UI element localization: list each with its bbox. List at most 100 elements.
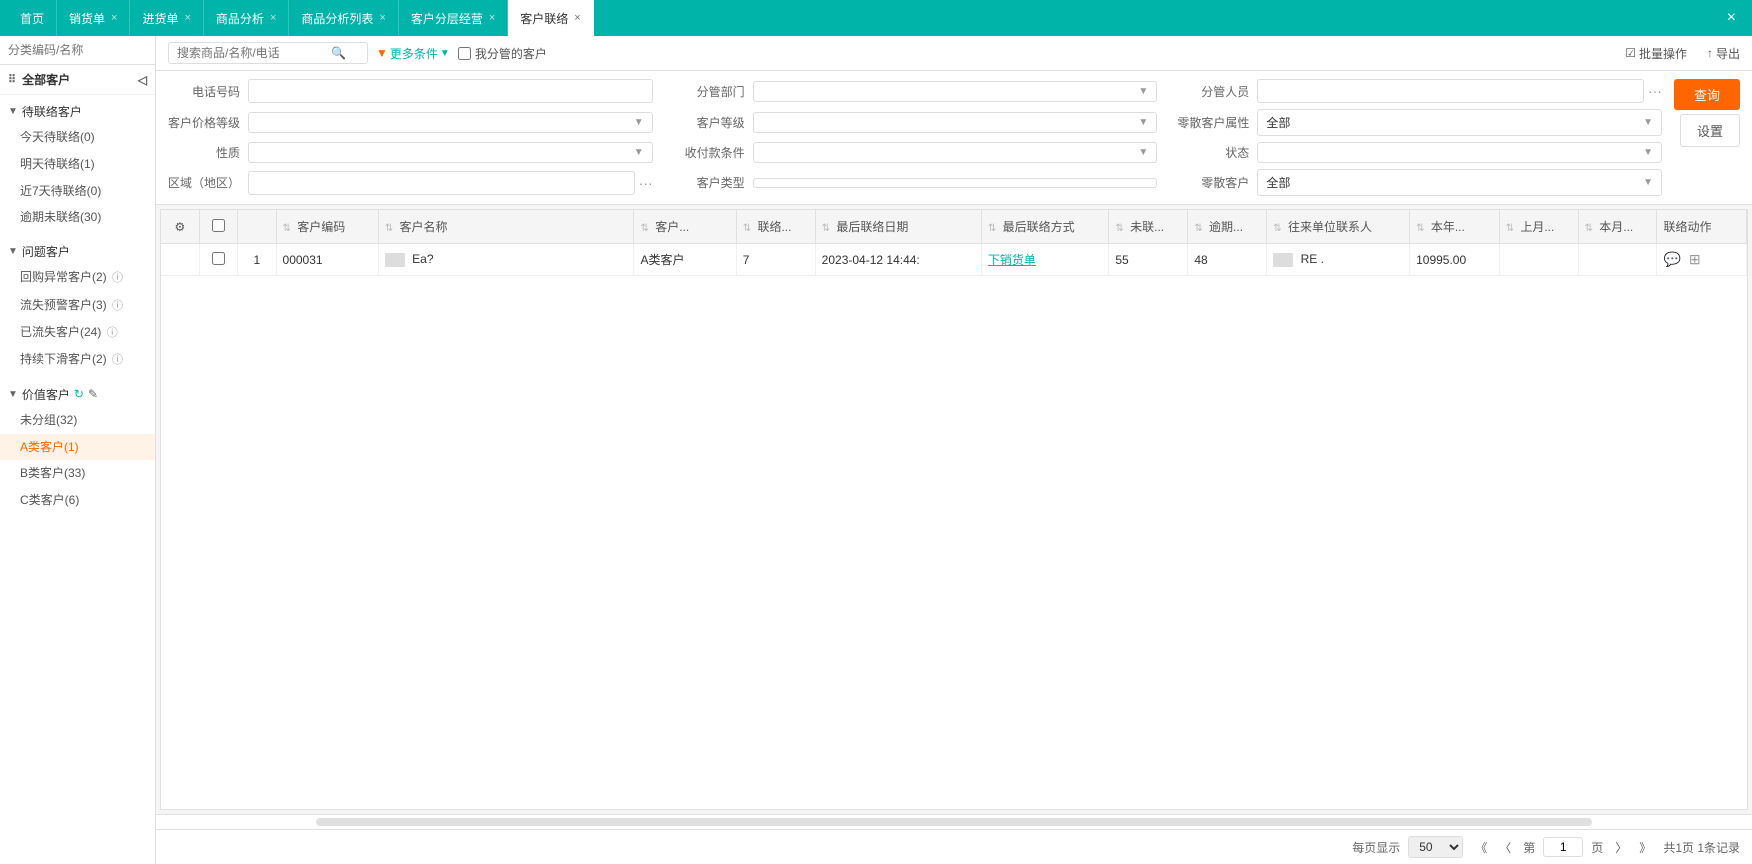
group-problem-header[interactable]: ▼ 问题客户 [0, 239, 155, 264]
th-unit-contact[interactable]: ⇅ 往来单位联系人 [1267, 210, 1410, 244]
info-icon-1: ⓘ [112, 300, 123, 312]
sidebar-search-input[interactable] [8, 43, 156, 57]
unit-contact-placeholder [1273, 253, 1293, 267]
td-last-way: 下销货单 [981, 244, 1109, 276]
export-btn[interactable]: ↑ 导出 [1707, 45, 1740, 62]
th-contact[interactable]: ⇅ 联络... [736, 210, 815, 244]
filter-search-input[interactable] [177, 46, 327, 60]
nav-product-list-close[interactable]: × [379, 12, 385, 24]
sidebar-class-a[interactable]: A类客户(1) [0, 434, 155, 461]
horizontal-scrollbar[interactable] [156, 814, 1752, 829]
th-no-contact[interactable]: ⇅ 未联... [1109, 210, 1188, 244]
setting-button[interactable]: 设置 [1680, 114, 1740, 147]
customer-grade-select[interactable]: ▼ [753, 112, 1158, 133]
nature-select[interactable]: ▼ [248, 142, 653, 163]
nav-purchase-close[interactable]: × [184, 12, 190, 24]
retail-attr-select[interactable]: 全部 ▼ [1257, 109, 1662, 136]
page-label: 第 [1519, 837, 1539, 858]
my-customers-checkbox[interactable] [458, 47, 471, 60]
export-icon: ↑ [1707, 46, 1713, 60]
nav-home[interactable]: 首页 [8, 0, 57, 36]
manager-input[interactable] [1257, 79, 1644, 103]
td-last-date: 2023-04-12 14:44: [815, 244, 981, 276]
next-page-btn[interactable]: 〉 [1611, 837, 1631, 858]
sidebar-all-customers-header[interactable]: ⠿ 全部客户 ◁ [0, 65, 155, 95]
nav-sales-close[interactable]: × [111, 12, 117, 24]
page-input[interactable] [1543, 837, 1583, 857]
group-pending-contact-header[interactable]: ▼ 待联络客户 [0, 99, 155, 124]
batch-operation-btn[interactable]: ☑ 批量操作 [1625, 45, 1687, 62]
gear-icon-btn[interactable]: ⚙ [175, 220, 186, 234]
group-value-header[interactable]: ▼ 价值客户 ↻ ✎ [0, 382, 155, 407]
query-button[interactable]: 查询 [1674, 79, 1740, 110]
my-customers-filter[interactable]: 我分管的客户 [458, 45, 547, 62]
nav-sales[interactable]: 销货单 × [57, 0, 130, 36]
sidebar-repurchase-abnormal[interactable]: 回购异常客户(2) ⓘ [0, 264, 155, 291]
sidebar-lost-warning[interactable]: 流失预警客户(3) ⓘ [0, 292, 155, 319]
sidebar-7days-contact[interactable]: 近7天待联络(0) [0, 178, 155, 205]
region-input[interactable] [248, 171, 635, 195]
th-settings[interactable]: ⚙ [161, 210, 199, 244]
status-select[interactable]: ▼ [1257, 142, 1662, 163]
chevron-down-icon: ▼ [1138, 147, 1148, 158]
nav-purchase[interactable]: 进货单 × [130, 0, 203, 36]
sidebar-today-contact[interactable]: 今天待联络(0) [0, 124, 155, 151]
retail-customer-select[interactable]: 全部 ▼ [1257, 169, 1662, 196]
sidebar-collapse-icon[interactable]: ◁ [138, 73, 147, 87]
phone-input[interactable] [248, 79, 653, 103]
page-size-select[interactable]: 50 100 200 [1408, 836, 1463, 858]
sort-icon: ⇅ [743, 223, 751, 234]
nav-customer-tier-close[interactable]: × [489, 12, 495, 24]
customer-type-select[interactable] [753, 178, 1158, 188]
th-last-month[interactable]: ⇅ 上月... [1499, 210, 1578, 244]
sidebar-declining[interactable]: 持续下滑客户(2) ⓘ [0, 346, 155, 373]
select-all-checkbox[interactable] [212, 219, 225, 232]
nav-product-analysis-close[interactable]: × [270, 12, 276, 24]
filter-more-btn[interactable]: ▼ 更多条件 ▼ [376, 45, 450, 62]
nav-customer-tier[interactable]: 客户分层经营 × [399, 0, 508, 36]
prev-page-btn[interactable]: 〈 [1495, 837, 1515, 858]
retail-attr-label: 零散客户属性 [1177, 114, 1257, 131]
dept-select[interactable]: ▼ [753, 81, 1158, 102]
th-last-date[interactable]: ⇅ 最后联络日期 [815, 210, 981, 244]
region-more-icon[interactable]: ··· [639, 175, 653, 191]
sidebar-overdue-contact[interactable]: 逾期未联络(30) [0, 204, 155, 231]
window-close[interactable]: × [1719, 9, 1744, 27]
filter-search-icon[interactable]: 🔍 [331, 46, 346, 60]
query-buttons: 查询 设置 [1662, 79, 1740, 147]
nav-customer-contact-close[interactable]: × [574, 12, 580, 24]
sidebar-class-c[interactable]: C类客户(6) [0, 487, 155, 514]
nav-customer-contact[interactable]: 客户联络 × [508, 0, 593, 36]
sidebar-class-b[interactable]: B类客户(33) [0, 460, 155, 487]
qr-icon[interactable]: ⊞ [1689, 251, 1701, 268]
edit-group-icon[interactable]: ✎ [88, 387, 98, 401]
filter-nature: 性质 ▼ [168, 142, 653, 163]
sidebar-tomorrow-contact[interactable]: 明天待联络(1) [0, 151, 155, 178]
last-page-btn[interactable]: 》 [1635, 837, 1655, 858]
th-this-month[interactable]: ⇅ 本月... [1578, 210, 1657, 244]
th-code[interactable]: ⇅ 客户编码 [276, 210, 378, 244]
th-type[interactable]: ⇅ 客户... [634, 210, 736, 244]
th-overdue[interactable]: ⇅ 逾期... [1188, 210, 1267, 244]
filter-customer-grade: 客户等级 ▼ [673, 112, 1158, 133]
scrollbar-thumb[interactable] [316, 818, 1593, 826]
manager-more-icon[interactable]: ··· [1648, 83, 1662, 99]
row-checkbox[interactable] [212, 252, 225, 265]
th-year[interactable]: ⇅ 本年... [1410, 210, 1499, 244]
price-grade-select[interactable]: ▼ [248, 112, 653, 133]
last-way-link[interactable]: 下销货单 [988, 253, 1036, 267]
th-name[interactable]: ⇅ 客户名称 [378, 210, 634, 244]
message-icon[interactable]: 💬 [1663, 251, 1680, 268]
first-page-btn[interactable]: 《 [1471, 837, 1491, 858]
info-icon-0: ⓘ [112, 272, 123, 284]
payment-select[interactable]: ▼ [753, 142, 1158, 163]
refresh-icon[interactable]: ↻ [74, 387, 84, 401]
nav-product-list[interactable]: 商品分析列表 × [289, 0, 398, 36]
filter-region: 区域（地区） ··· [168, 171, 653, 195]
chevron-down-icon: ▼ [1643, 177, 1653, 188]
th-last-way[interactable]: ⇅ 最后联络方式 [981, 210, 1109, 244]
nav-product-analysis[interactable]: 商品分析 × [204, 0, 289, 36]
sidebar-unclassified[interactable]: 未分组(32) [0, 407, 155, 434]
sidebar-lost[interactable]: 已流失客户(24) ⓘ [0, 319, 155, 346]
td-action: 💬 ⊞ [1657, 244, 1747, 276]
